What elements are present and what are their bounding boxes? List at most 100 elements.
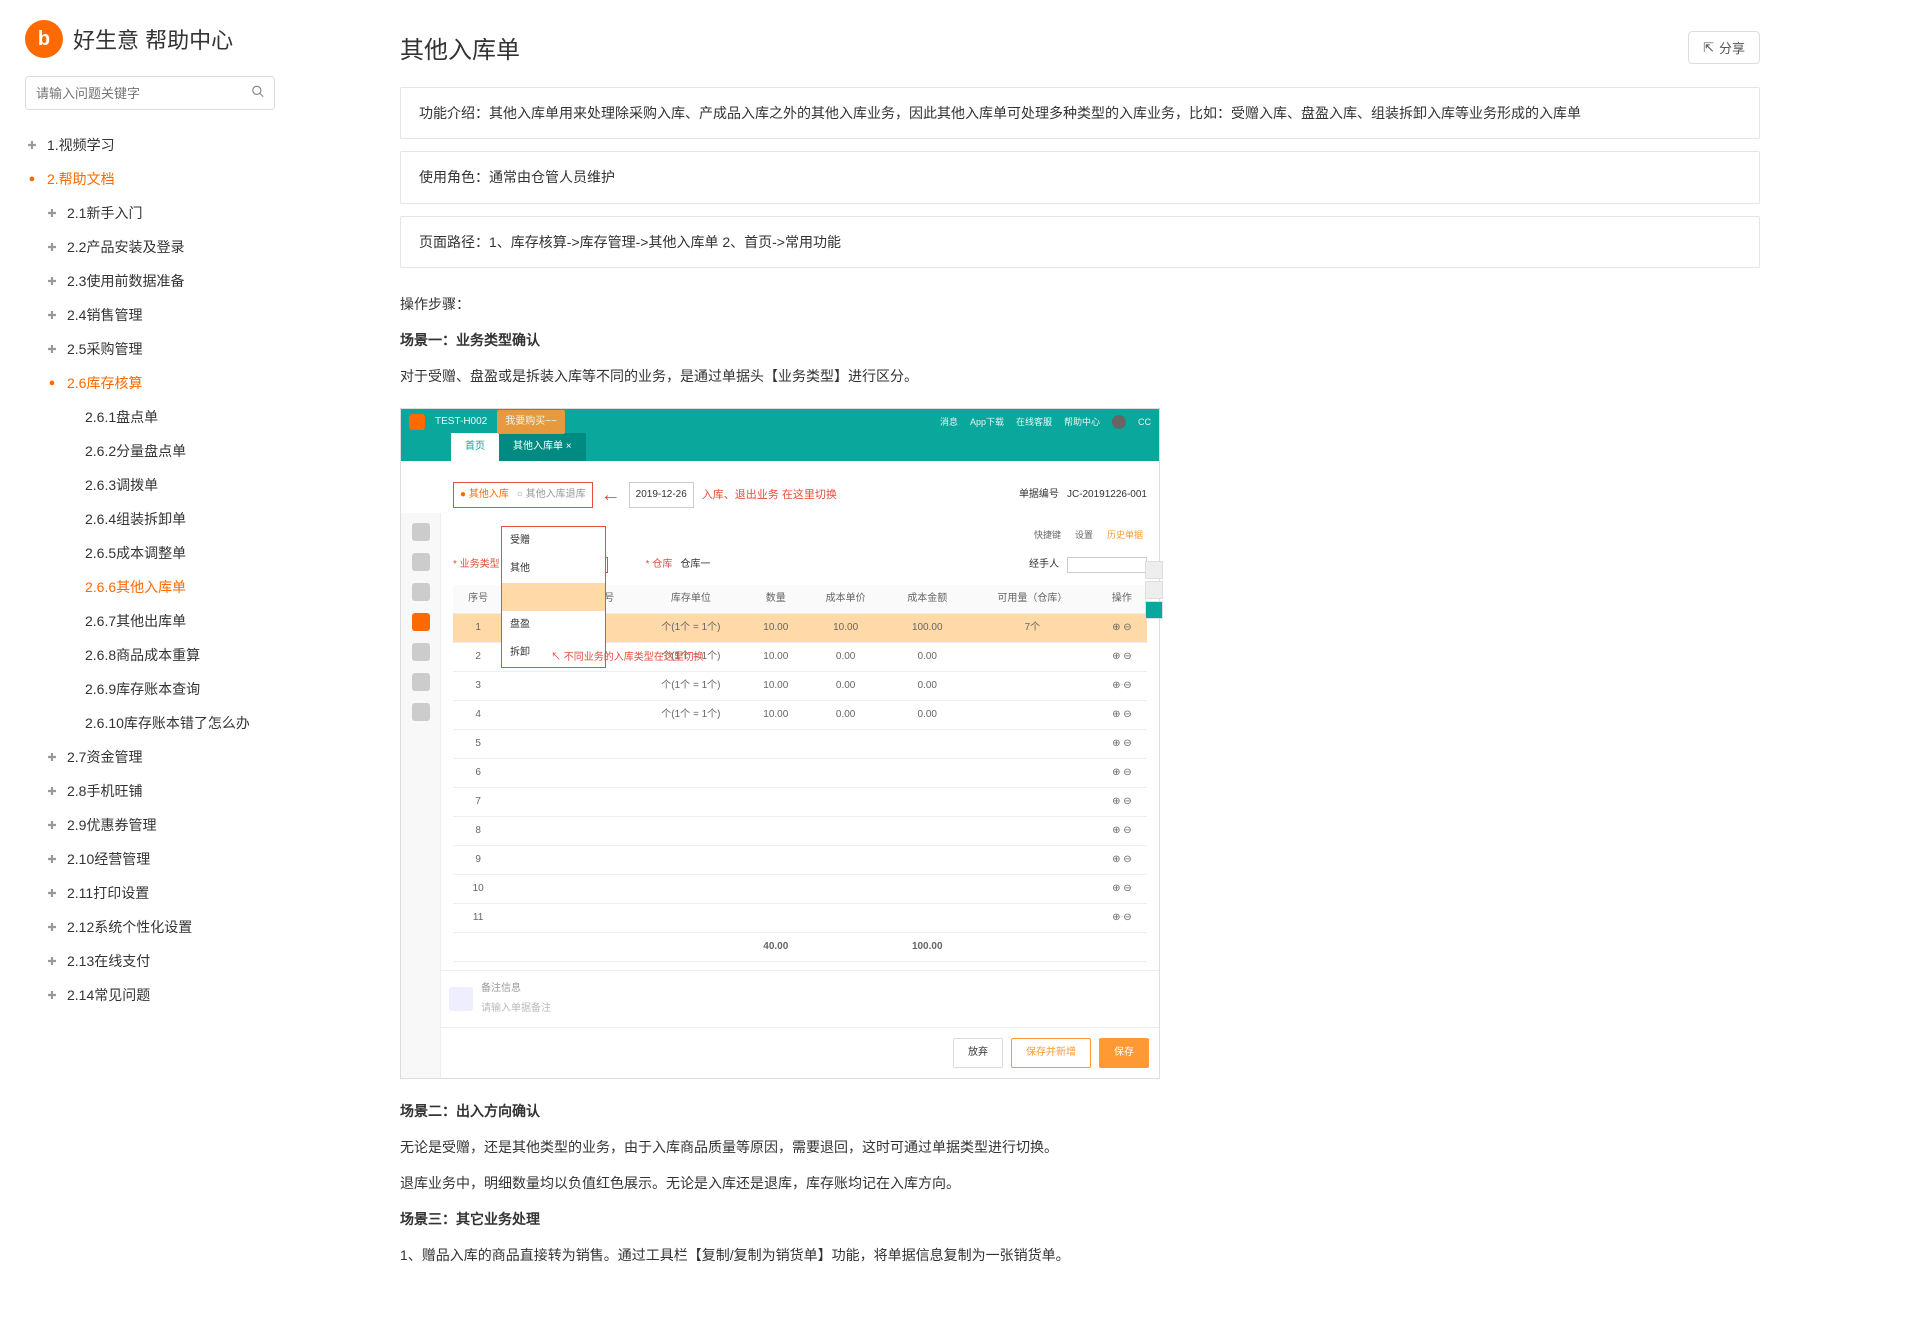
- nav-item-2-6-8[interactable]: 2.6.8商品成本重算: [65, 638, 275, 672]
- ss-date: 2019-12-26: [629, 482, 694, 508]
- ss-annotation-1: 入库、退出业务 在这里切换: [702, 484, 837, 506]
- ss-warehouse-label: 仓库: [652, 559, 672, 570]
- ss-link-app: App下载: [970, 413, 1004, 431]
- plus-icon: ✚: [45, 240, 59, 254]
- nav-item-2-6-2[interactable]: 2.6.2分量盘点单: [65, 434, 275, 468]
- ss-link-help: 帮助中心: [1064, 413, 1100, 431]
- nav-label: 2.6.5成本调整单: [85, 543, 186, 563]
- nav-label: 2.9优惠券管理: [67, 815, 156, 835]
- scene2-p1: 无论是受赠，还是其他类型的业务，由于入库商品质量等原因，需要退回，这时可通过单据…: [400, 1133, 1760, 1161]
- ss-link-service: 在线客服: [1016, 413, 1052, 431]
- plus-icon: ✚: [45, 920, 59, 934]
- nav-item-2-6-4[interactable]: 2.6.4组装拆卸单: [65, 502, 275, 536]
- minus-icon: ●: [45, 376, 59, 390]
- nav-item-2-6[interactable]: ●2.6库存核算: [45, 366, 275, 400]
- info-path: 页面路径：1、库存核算->库存管理->其他入库单 2、首页->常用功能: [400, 216, 1760, 268]
- ss-top-links: 消息 App下载 在线客服 帮助中心 CC: [940, 413, 1151, 431]
- nav-label: 2.10经营管理: [67, 849, 150, 869]
- ss-rtool-icon: [1145, 561, 1163, 579]
- plus-icon: ✚: [45, 750, 59, 764]
- scene3-title: 场景三：其它业务处理: [400, 1205, 1760, 1233]
- search-input[interactable]: [25, 76, 275, 110]
- nav-item-2-7[interactable]: ✚2.7资金管理: [45, 740, 275, 774]
- ss-tabs: 首页 其他入库单 ×: [401, 435, 1159, 461]
- scene2-p2: 退库业务中，明细数量均以负值红色展示。无论是入库还是退库，库存账均记在入库方向。: [400, 1169, 1760, 1197]
- nav-item-2-13[interactable]: ✚2.13在线支付: [45, 944, 275, 978]
- plus-icon: ✚: [45, 784, 59, 798]
- ss-leftnav: [401, 513, 441, 1078]
- nav-label: 2.6.2分量盘点单: [85, 441, 186, 461]
- ss-body: ● 其他入库 ○ 其他入库退库 ← 2019-12-26 入库、退出业务 在这里…: [401, 461, 1159, 1078]
- logo-icon: b: [25, 20, 63, 58]
- ss-account: TEST-H002: [435, 412, 487, 432]
- nav-label: 2.8手机旺铺: [67, 781, 142, 801]
- nav-item-2-11[interactable]: ✚2.11打印设置: [45, 876, 275, 910]
- ss-btn-save-new: 保存并新增: [1011, 1038, 1091, 1068]
- ss-docno-label: 单据编号: [1019, 485, 1059, 505]
- nav-item-2-12[interactable]: ✚2.12系统个性化设置: [45, 910, 275, 944]
- ss-rtool-icon: [1145, 581, 1163, 599]
- ss-nav-icon: [412, 553, 430, 571]
- nav-sub-2-6: 2.6.1盘点单 2.6.2分量盘点单 2.6.3调拨单 2.6.4组装拆卸单 …: [45, 400, 275, 740]
- nav-item-2-3[interactable]: ✚2.3使用前数据准备: [45, 264, 275, 298]
- nav-item-2-1[interactable]: ✚2.1新手入门: [45, 196, 275, 230]
- steps-label: 操作步骤：: [400, 290, 1760, 318]
- ss-rtool-icon: [1145, 601, 1163, 619]
- ss-dd-item: 其他: [502, 555, 605, 583]
- nav-item-2-5[interactable]: ✚2.5采购管理: [45, 332, 275, 366]
- ss-topbar: TEST-H002 我要购买~~ 消息 App下载 在线客服 帮助中心 CC: [401, 409, 1159, 435]
- nav-item-2-6-5[interactable]: 2.6.5成本调整单: [65, 536, 275, 570]
- sidebar: b 好生意 帮助中心 ✚ 1.视频学习 ● 2.帮助文档 ✚2.1新手入门 ✚2…: [0, 0, 300, 1317]
- ss-dd-item: 盘盈: [502, 611, 605, 639]
- page-title: 其他入库单: [400, 30, 520, 65]
- nav-label: 2.6.8商品成本重算: [85, 645, 200, 665]
- plus-icon: ✚: [25, 138, 39, 152]
- ss-tab-doc: 其他入库单 ×: [499, 433, 586, 461]
- nav-item-2-6-1[interactable]: 2.6.1盘点单: [65, 400, 275, 434]
- nav-label: 2.11打印设置: [67, 883, 149, 903]
- main-content: 其他入库单 ⇱ 分享 功能介绍：其他入库单用来处理除采购入库、产成品入库之外的其…: [300, 0, 1800, 1317]
- scene3-p1: 1、赠品入库的商品直接转为销售。通过工具栏【复制/复制为销货单】功能，将单据信息…: [400, 1241, 1760, 1269]
- ss-warehouse-val: 仓库一: [680, 555, 710, 575]
- ss-footer: 放弃 保存并新增 保存: [441, 1027, 1159, 1078]
- plus-icon: ✚: [45, 274, 59, 288]
- plus-icon: ✚: [45, 308, 59, 322]
- ss-dd-item: [502, 583, 605, 611]
- nav-item-2-2[interactable]: ✚ 2.2产品安装及登录: [45, 230, 275, 264]
- ss-username: CC: [1138, 413, 1151, 431]
- ss-tab-home: 首页: [451, 433, 499, 461]
- nav-item-2-4[interactable]: ✚2.4销售管理: [45, 298, 275, 332]
- ss-btn-save: 保存: [1099, 1038, 1149, 1068]
- ss-dd-item: 受赠: [502, 527, 605, 555]
- logo: b 好生意 帮助中心: [25, 20, 275, 58]
- nav-item-2-6-7[interactable]: 2.6.7其他出库单: [65, 604, 275, 638]
- nav-label: 2.2产品安装及登录: [67, 237, 184, 257]
- ss-type-row: ● 其他入库 ○ 其他入库退库 ← 2019-12-26 入库、退出业务 在这里…: [453, 469, 1147, 521]
- nav-item-2-6-9[interactable]: 2.6.9库存账本查询: [65, 672, 275, 706]
- scene1-title: 场景一：业务类型确认: [400, 326, 1760, 354]
- plus-icon: ✚: [45, 954, 59, 968]
- nav-label: 2.6.10库存账本错了怎么办: [85, 713, 250, 733]
- nav-item-2-6-3[interactable]: 2.6.3调拨单: [65, 468, 275, 502]
- nav-item-2-9[interactable]: ✚2.9优惠券管理: [45, 808, 275, 842]
- content-section: 操作步骤： 场景一：业务类型确认 对于受赠、盘盈或是拆装入库等不同的业务，是通过…: [400, 290, 1760, 1269]
- plus-icon: ✚: [45, 988, 59, 1002]
- nav-item-2-10[interactable]: ✚2.10经营管理: [45, 842, 275, 876]
- nav-item-video[interactable]: ✚ 1.视频学习: [25, 128, 275, 162]
- ss-tool-settings: 设置: [1071, 525, 1097, 545]
- ss-avatar: [1112, 415, 1126, 429]
- nav-item-2-6-6[interactable]: 2.6.6其他入库单: [65, 570, 275, 604]
- nav-item-2-6-10[interactable]: 2.6.10库存账本错了怎么办: [65, 706, 275, 740]
- minus-icon: ●: [25, 172, 39, 186]
- nav-item-docs[interactable]: ● 2.帮助文档: [25, 162, 275, 196]
- search-icon[interactable]: [251, 85, 265, 102]
- nav-label: 2.6.6其他入库单: [85, 577, 186, 597]
- share-label: 分享: [1719, 38, 1745, 57]
- ss-link-msg: 消息: [940, 413, 958, 431]
- nav-item-2-14[interactable]: ✚2.14常见问题: [45, 978, 275, 1012]
- nav-item-2-8[interactable]: ✚ 2.8手机旺铺: [45, 774, 275, 808]
- nav-label: 1.视频学习: [47, 135, 115, 155]
- ss-nav-icon: [412, 523, 430, 541]
- nav-label: 2.帮助文档: [47, 169, 115, 189]
- share-button[interactable]: ⇱ 分享: [1688, 31, 1760, 64]
